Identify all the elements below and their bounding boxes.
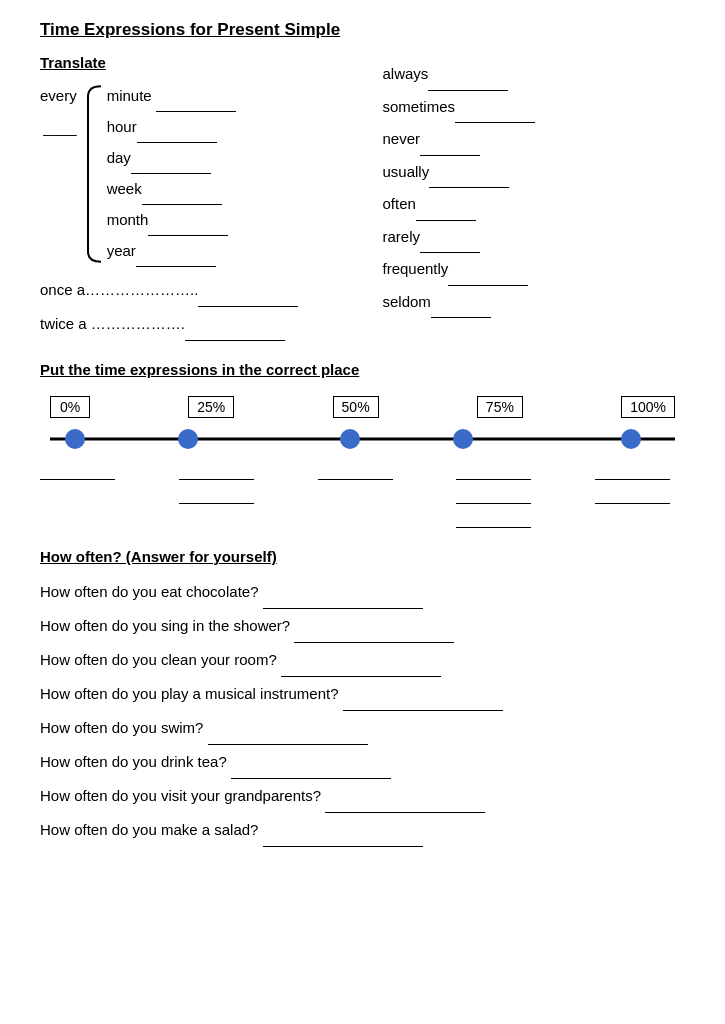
freq-usually: usually xyxy=(383,156,686,189)
questions-section: How often do you eat chocolate? How ofte… xyxy=(40,575,685,847)
pct-25: 25% xyxy=(188,396,234,418)
dot-5 xyxy=(621,429,641,449)
dot-3 xyxy=(340,429,360,449)
time-item-week: week xyxy=(107,174,236,205)
q1: How often do you eat chocolate? xyxy=(40,575,685,609)
freq-frequently: frequently xyxy=(383,253,686,286)
month-blank xyxy=(148,205,228,236)
time-item-minute: minute xyxy=(107,81,236,112)
bracket-container: minute hour day week month year xyxy=(83,81,236,267)
answer-lines-container xyxy=(40,454,685,528)
q3-blank xyxy=(281,643,441,677)
q7: How often do you visit your grandparents… xyxy=(40,779,685,813)
q1-blank xyxy=(263,575,423,609)
freq-always: always xyxy=(383,58,686,91)
q8-blank xyxy=(263,813,423,847)
once-blank xyxy=(198,273,298,307)
once-row: once a………………….. xyxy=(40,273,343,307)
year-blank xyxy=(136,236,216,267)
answer-col-1 xyxy=(40,462,130,528)
twice-blank xyxy=(185,307,285,341)
freq-often: often xyxy=(383,188,686,221)
week-blank xyxy=(142,174,222,205)
sometimes-blank xyxy=(455,91,535,124)
translate-section: Translate every ____ minute hour day wee… xyxy=(40,54,685,341)
ans-blank-4b xyxy=(456,486,531,504)
twice-row: twice a ………………. xyxy=(40,307,343,341)
translate-right: always sometimes never usually often rar… xyxy=(383,54,686,341)
q5-blank xyxy=(208,711,368,745)
q4-blank xyxy=(343,677,503,711)
pct-75: 75% xyxy=(477,396,523,418)
timeline-line xyxy=(50,438,675,441)
ans-blank-2b xyxy=(179,486,254,504)
q6: How often do you drink tea? xyxy=(40,745,685,779)
blank-word: ____ xyxy=(43,113,76,143)
q5: How often do you swim? xyxy=(40,711,685,745)
section2-title: Put the time expressions in the correct … xyxy=(40,361,685,378)
ans-blank-3a xyxy=(318,462,393,480)
pct-100: 100% xyxy=(621,396,675,418)
often-blank xyxy=(416,188,476,221)
every-row: every ____ minute hour day week month ye… xyxy=(40,81,343,267)
q2-blank xyxy=(294,609,454,643)
time-item-hour: hour xyxy=(107,112,236,143)
always-blank xyxy=(428,58,508,91)
ans-blank-5a xyxy=(595,462,670,480)
answer-col-2 xyxy=(179,462,269,528)
hour-blank xyxy=(137,112,217,143)
every-word: every xyxy=(40,81,77,111)
usually-blank xyxy=(429,156,509,189)
time-item-month: month xyxy=(107,205,236,236)
q4: How often do you play a musical instrume… xyxy=(40,677,685,711)
timeline-section: 0% 25% 50% 75% 100% xyxy=(40,396,685,528)
freq-seldom: seldom xyxy=(383,286,686,319)
page-title: Time Expressions for Present Simple xyxy=(40,20,685,40)
time-item-day: day xyxy=(107,143,236,174)
freq-rarely: rarely xyxy=(383,221,686,254)
percent-row: 0% 25% 50% 75% 100% xyxy=(40,396,685,418)
pct-50: 50% xyxy=(333,396,379,418)
ans-blank-1a xyxy=(40,462,115,480)
day-blank xyxy=(131,143,211,174)
minute-blank xyxy=(156,81,236,112)
timeline-line-container xyxy=(50,424,675,454)
q8: How often do you make a salad? xyxy=(40,813,685,847)
q3: How often do you clean your room? xyxy=(40,643,685,677)
translate-left: Translate every ____ minute hour day wee… xyxy=(40,54,343,341)
freq-sometimes: sometimes xyxy=(383,91,686,124)
once-twice-section: once a………………….. twice a ………………. xyxy=(40,273,343,341)
every-blank-col: every ____ xyxy=(40,81,77,143)
ans-blank-4a xyxy=(456,462,531,480)
section3-title: How often? (Answer for yourself) xyxy=(40,548,685,565)
q7-blank xyxy=(325,779,485,813)
time-item-year: year xyxy=(107,236,236,267)
ans-blank-5b xyxy=(595,486,670,504)
dot-2 xyxy=(178,429,198,449)
q2: How often do you sing in the shower? xyxy=(40,609,685,643)
bracket-svg xyxy=(83,81,103,267)
dot-4 xyxy=(453,429,473,449)
time-items: minute hour day week month year xyxy=(107,81,236,267)
translate-label: Translate xyxy=(40,54,343,71)
freq-never: never xyxy=(383,123,686,156)
seldom-blank xyxy=(431,286,491,319)
frequently-blank xyxy=(448,253,528,286)
ans-blank-4c xyxy=(456,510,531,528)
ans-blank-2a xyxy=(179,462,254,480)
q6-blank xyxy=(231,745,391,779)
answer-col-3 xyxy=(318,462,408,528)
never-blank xyxy=(420,123,480,156)
dot-1 xyxy=(65,429,85,449)
answer-col-5 xyxy=(595,462,685,528)
answer-col-4 xyxy=(456,462,546,528)
rarely-blank xyxy=(420,221,480,254)
pct-0: 0% xyxy=(50,396,90,418)
